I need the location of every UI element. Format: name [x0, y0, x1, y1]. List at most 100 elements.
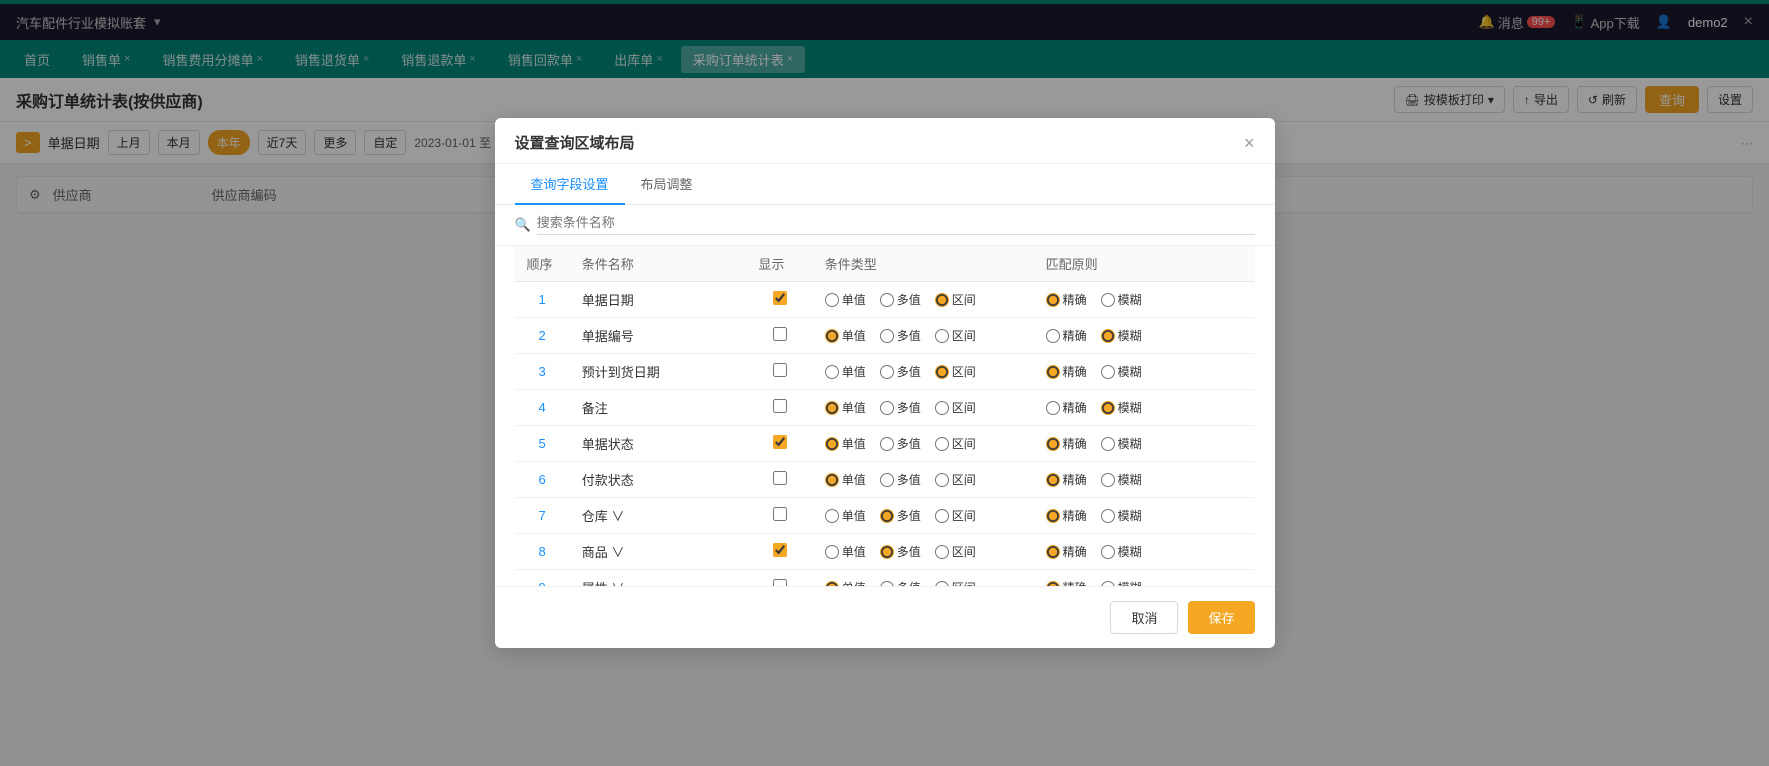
type-radio-label[interactable]: 区间: [935, 435, 976, 452]
modal-tab-fields[interactable]: 查询字段设置: [515, 164, 625, 205]
show-checkbox[interactable]: [773, 291, 787, 305]
match-radio-label[interactable]: 精确: [1046, 399, 1087, 416]
type-radio[interactable]: [880, 473, 894, 487]
type-radio[interactable]: [825, 437, 839, 451]
type-radio[interactable]: [880, 293, 894, 307]
type-radio-label[interactable]: 单值: [825, 327, 866, 344]
type-radio-label[interactable]: 区间: [935, 507, 976, 524]
type-radio[interactable]: [935, 365, 949, 379]
match-radio[interactable]: [1046, 473, 1060, 487]
type-radio-label[interactable]: 多值: [880, 507, 921, 524]
type-radio[interactable]: [880, 365, 894, 379]
type-radio[interactable]: [825, 293, 839, 307]
match-radio-label[interactable]: 精确: [1046, 579, 1087, 586]
match-radio-label[interactable]: 精确: [1046, 327, 1087, 344]
type-radio[interactable]: [880, 437, 894, 451]
match-radio[interactable]: [1046, 545, 1060, 559]
match-radio[interactable]: [1046, 293, 1060, 307]
show-checkbox[interactable]: [773, 471, 787, 485]
match-radio[interactable]: [1046, 401, 1060, 415]
match-radio[interactable]: [1046, 509, 1060, 523]
match-radio-label[interactable]: 模糊: [1101, 543, 1142, 560]
match-radio-label[interactable]: 模糊: [1101, 363, 1142, 380]
type-radio-label[interactable]: 单值: [825, 363, 866, 380]
match-radio[interactable]: [1101, 509, 1115, 523]
type-radio-label[interactable]: 区间: [935, 543, 976, 560]
type-radio-label[interactable]: 单值: [825, 579, 866, 586]
match-radio-label[interactable]: 模糊: [1101, 579, 1142, 586]
type-radio[interactable]: [825, 365, 839, 379]
match-radio-label[interactable]: 精确: [1046, 291, 1087, 308]
modal-tab-layout[interactable]: 布局调整: [625, 164, 709, 205]
type-radio-label[interactable]: 区间: [935, 399, 976, 416]
show-checkbox[interactable]: [773, 579, 787, 586]
type-radio-label[interactable]: 区间: [935, 579, 976, 586]
type-radio-label[interactable]: 单值: [825, 399, 866, 416]
match-radio[interactable]: [1101, 437, 1115, 451]
show-checkbox[interactable]: [773, 363, 787, 377]
type-radio-label[interactable]: 区间: [935, 327, 976, 344]
type-radio[interactable]: [935, 293, 949, 307]
type-radio-label[interactable]: 多值: [880, 399, 921, 416]
type-radio[interactable]: [880, 509, 894, 523]
type-radio-label[interactable]: 单值: [825, 507, 866, 524]
show-checkbox[interactable]: [773, 507, 787, 521]
cancel-btn[interactable]: 取消: [1110, 601, 1178, 634]
modal-search-input[interactable]: [537, 215, 1255, 230]
type-radio-label[interactable]: 多值: [880, 327, 921, 344]
match-radio-label[interactable]: 模糊: [1101, 435, 1142, 452]
match-radio-label[interactable]: 模糊: [1101, 507, 1142, 524]
type-radio[interactable]: [880, 545, 894, 559]
match-radio[interactable]: [1101, 329, 1115, 343]
match-radio-label[interactable]: 模糊: [1101, 327, 1142, 344]
match-radio[interactable]: [1101, 365, 1115, 379]
type-radio-label[interactable]: 区间: [935, 363, 976, 380]
type-radio-label[interactable]: 多值: [880, 543, 921, 560]
match-radio-label[interactable]: 模糊: [1101, 291, 1142, 308]
type-radio-label[interactable]: 多值: [880, 291, 921, 308]
match-radio[interactable]: [1046, 437, 1060, 451]
type-radio[interactable]: [880, 329, 894, 343]
match-radio[interactable]: [1101, 401, 1115, 415]
show-checkbox[interactable]: [773, 327, 787, 341]
type-radio-label[interactable]: 区间: [935, 471, 976, 488]
match-radio[interactable]: [1101, 293, 1115, 307]
match-radio[interactable]: [1046, 365, 1060, 379]
type-radio[interactable]: [935, 401, 949, 415]
type-radio-label[interactable]: 单值: [825, 543, 866, 560]
type-radio[interactable]: [825, 401, 839, 415]
modal-close-btn[interactable]: ×: [1244, 134, 1255, 152]
match-radio-label[interactable]: 精确: [1046, 507, 1087, 524]
type-radio-label[interactable]: 多值: [880, 471, 921, 488]
save-btn[interactable]: 保存: [1188, 601, 1254, 634]
type-radio[interactable]: [935, 509, 949, 523]
type-radio-label[interactable]: 多值: [880, 435, 921, 452]
type-radio-label[interactable]: 单值: [825, 291, 866, 308]
type-radio[interactable]: [935, 545, 949, 559]
match-radio-label[interactable]: 精确: [1046, 471, 1087, 488]
match-radio[interactable]: [1101, 473, 1115, 487]
type-radio[interactable]: [825, 545, 839, 559]
type-radio-label[interactable]: 单值: [825, 471, 866, 488]
type-radio-label[interactable]: 多值: [880, 363, 921, 380]
match-radio[interactable]: [1101, 545, 1115, 559]
match-radio-label[interactable]: 模糊: [1101, 471, 1142, 488]
show-checkbox[interactable]: [773, 543, 787, 557]
type-radio[interactable]: [935, 473, 949, 487]
type-radio-label[interactable]: 单值: [825, 435, 866, 452]
type-radio[interactable]: [935, 437, 949, 451]
type-radio-label[interactable]: 区间: [935, 291, 976, 308]
type-radio[interactable]: [825, 329, 839, 343]
type-radio[interactable]: [935, 329, 949, 343]
show-checkbox[interactable]: [773, 435, 787, 449]
match-radio-label[interactable]: 精确: [1046, 435, 1087, 452]
type-radio-label[interactable]: 多值: [880, 579, 921, 586]
show-checkbox[interactable]: [773, 399, 787, 413]
match-radio[interactable]: [1046, 329, 1060, 343]
type-radio[interactable]: [825, 473, 839, 487]
match-radio-label[interactable]: 精确: [1046, 363, 1087, 380]
type-radio[interactable]: [825, 509, 839, 523]
match-radio-label[interactable]: 模糊: [1101, 399, 1142, 416]
type-radio[interactable]: [880, 401, 894, 415]
match-radio-label[interactable]: 精确: [1046, 543, 1087, 560]
